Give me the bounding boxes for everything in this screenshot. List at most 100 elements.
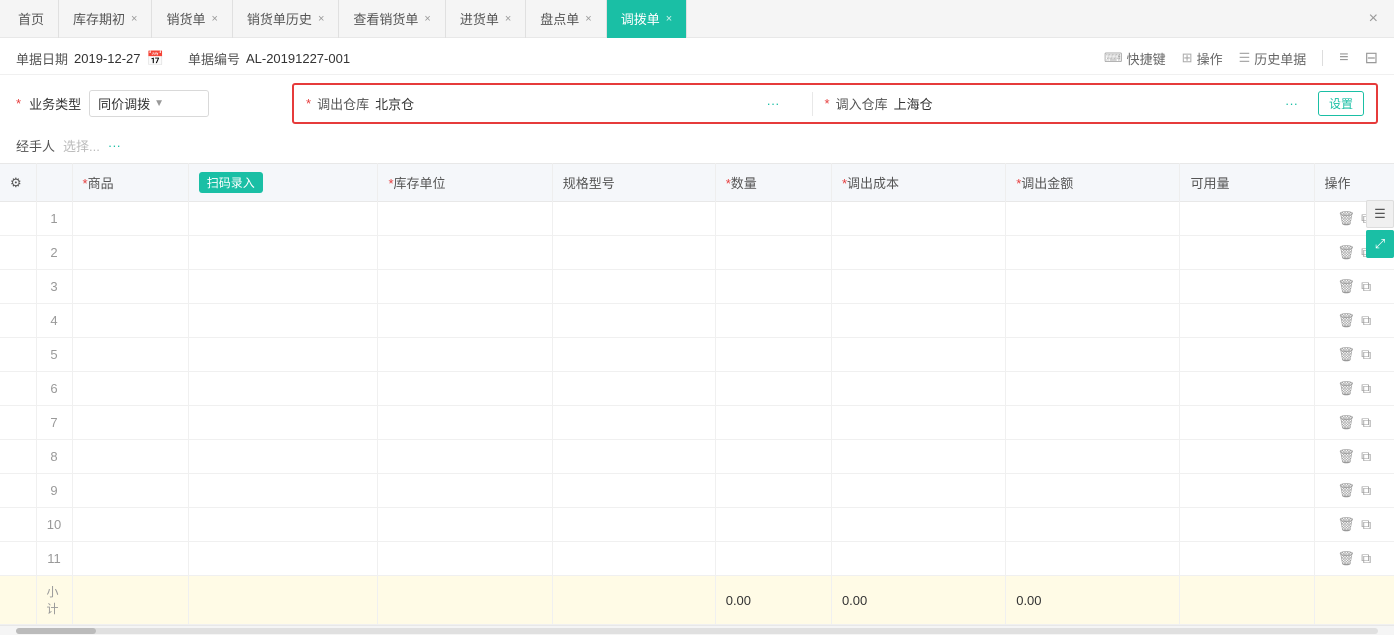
- tab-close-transfer[interactable]: ×: [666, 13, 672, 25]
- td-cost-7[interactable]: [831, 406, 1005, 440]
- transfer-in-more-icon[interactable]: ···: [1285, 96, 1298, 111]
- tab-close-view-sales[interactable]: ×: [424, 13, 430, 25]
- copy-icon-6[interactable]: ⧉: [1361, 380, 1371, 397]
- tab-sales-history[interactable]: 销货单历史 ×: [233, 0, 339, 38]
- td-cost-11[interactable]: [831, 542, 1005, 576]
- td-unit-10[interactable]: [378, 508, 552, 542]
- td-spec-8[interactable]: [552, 440, 715, 474]
- shortcuts-action[interactable]: ⌨ 快捷键: [1104, 49, 1166, 68]
- tab-purchase[interactable]: 进货单 ×: [446, 0, 526, 38]
- tab-view-sales[interactable]: 查看销货单 ×: [339, 0, 445, 38]
- delete-icon-1[interactable]: 🗑: [1337, 210, 1355, 227]
- td-product-8[interactable]: [72, 440, 188, 474]
- td-cost-2[interactable]: [831, 236, 1005, 270]
- td-product-2[interactable]: [72, 236, 188, 270]
- td-cost-8[interactable]: [831, 440, 1005, 474]
- grid-view-icon[interactable]: ⊟: [1365, 48, 1378, 68]
- copy-icon-8[interactable]: ⧉: [1361, 448, 1371, 465]
- td-amount-9[interactable]: [1006, 474, 1180, 508]
- th-settings[interactable]: ⚙: [0, 164, 36, 202]
- tab-sales-order[interactable]: 销货单 ×: [152, 0, 232, 38]
- right-list-icon[interactable]: ☰: [1366, 200, 1394, 228]
- td-spec-4[interactable]: [552, 304, 715, 338]
- td-cost-9[interactable]: [831, 474, 1005, 508]
- td-cost-10[interactable]: [831, 508, 1005, 542]
- delete-icon-8[interactable]: 🗑: [1337, 448, 1355, 465]
- tab-close-purchase[interactable]: ×: [505, 13, 511, 25]
- td-amount-1[interactable]: [1006, 202, 1180, 236]
- td-unit-6[interactable]: [378, 372, 552, 406]
- td-cost-5[interactable]: [831, 338, 1005, 372]
- scrollbar-track[interactable]: [16, 628, 1378, 634]
- td-qty-3[interactable]: [715, 270, 831, 304]
- td-spec-11[interactable]: [552, 542, 715, 576]
- td-cost-3[interactable]: [831, 270, 1005, 304]
- td-unit-5[interactable]: [378, 338, 552, 372]
- td-amount-8[interactable]: [1006, 440, 1180, 474]
- td-product-4[interactable]: [72, 304, 188, 338]
- window-close-button[interactable]: ×: [1357, 10, 1390, 28]
- tab-close-stock-init[interactable]: ×: [131, 13, 137, 25]
- biz-type-dropdown[interactable]: 同价调拨 ▼: [89, 90, 209, 117]
- td-spec-6[interactable]: [552, 372, 715, 406]
- td-amount-11[interactable]: [1006, 542, 1180, 576]
- right-expand-icon[interactable]: ⤢: [1366, 230, 1394, 258]
- td-qty-7[interactable]: [715, 406, 831, 440]
- td-spec-1[interactable]: [552, 202, 715, 236]
- td-qty-11[interactable]: [715, 542, 831, 576]
- td-qty-1[interactable]: [715, 202, 831, 236]
- copy-icon-3[interactable]: ⧉: [1361, 278, 1371, 295]
- td-amount-2[interactable]: [1006, 236, 1180, 270]
- td-qty-6[interactable]: [715, 372, 831, 406]
- td-cost-4[interactable]: [831, 304, 1005, 338]
- td-spec-5[interactable]: [552, 338, 715, 372]
- td-qty-5[interactable]: [715, 338, 831, 372]
- td-product-9[interactable]: [72, 474, 188, 508]
- scrollbar-thumb[interactable]: [16, 628, 96, 634]
- td-product-7[interactable]: [72, 406, 188, 440]
- td-unit-1[interactable]: [378, 202, 552, 236]
- tab-stock-init[interactable]: 库存期初 ×: [59, 0, 152, 38]
- td-spec-10[interactable]: [552, 508, 715, 542]
- td-unit-4[interactable]: [378, 304, 552, 338]
- tab-transfer[interactable]: 调拨单 ×: [607, 0, 687, 38]
- td-amount-5[interactable]: [1006, 338, 1180, 372]
- td-amount-6[interactable]: [1006, 372, 1180, 406]
- td-spec-2[interactable]: [552, 236, 715, 270]
- td-unit-3[interactable]: [378, 270, 552, 304]
- td-product-3[interactable]: [72, 270, 188, 304]
- td-cost-6[interactable]: [831, 372, 1005, 406]
- td-unit-7[interactable]: [378, 406, 552, 440]
- delete-icon-3[interactable]: 🗑: [1337, 278, 1355, 295]
- td-unit-11[interactable]: [378, 542, 552, 576]
- operations-action[interactable]: ⊞ 操作: [1182, 49, 1223, 68]
- copy-icon-4[interactable]: ⧉: [1361, 312, 1371, 329]
- td-amount-4[interactable]: [1006, 304, 1180, 338]
- td-qty-4[interactable]: [715, 304, 831, 338]
- td-amount-7[interactable]: [1006, 406, 1180, 440]
- td-amount-3[interactable]: [1006, 270, 1180, 304]
- tab-inventory[interactable]: 盘点单 ×: [526, 0, 606, 38]
- delete-icon-10[interactable]: 🗑: [1337, 516, 1355, 533]
- td-unit-8[interactable]: [378, 440, 552, 474]
- td-qty-10[interactable]: [715, 508, 831, 542]
- td-product-5[interactable]: [72, 338, 188, 372]
- handler-more-icon[interactable]: ···: [108, 138, 121, 153]
- td-spec-7[interactable]: [552, 406, 715, 440]
- td-product-1[interactable]: [72, 202, 188, 236]
- td-qty-9[interactable]: [715, 474, 831, 508]
- td-unit-2[interactable]: [378, 236, 552, 270]
- calendar-icon[interactable]: 📅: [147, 50, 164, 67]
- copy-icon-9[interactable]: ⧉: [1361, 482, 1371, 499]
- delete-icon-9[interactable]: 🗑: [1337, 482, 1355, 499]
- delete-icon-11[interactable]: 🗑: [1337, 550, 1355, 567]
- handler-input[interactable]: 选择...: [63, 136, 100, 155]
- delete-icon-2[interactable]: 🗑: [1337, 244, 1355, 261]
- td-cost-1[interactable]: [831, 202, 1005, 236]
- copy-icon-10[interactable]: ⧉: [1361, 516, 1371, 533]
- delete-icon-5[interactable]: 🗑: [1337, 346, 1355, 363]
- copy-icon-7[interactable]: ⧉: [1361, 414, 1371, 431]
- td-spec-9[interactable]: [552, 474, 715, 508]
- td-product-11[interactable]: [72, 542, 188, 576]
- td-qty-2[interactable]: [715, 236, 831, 270]
